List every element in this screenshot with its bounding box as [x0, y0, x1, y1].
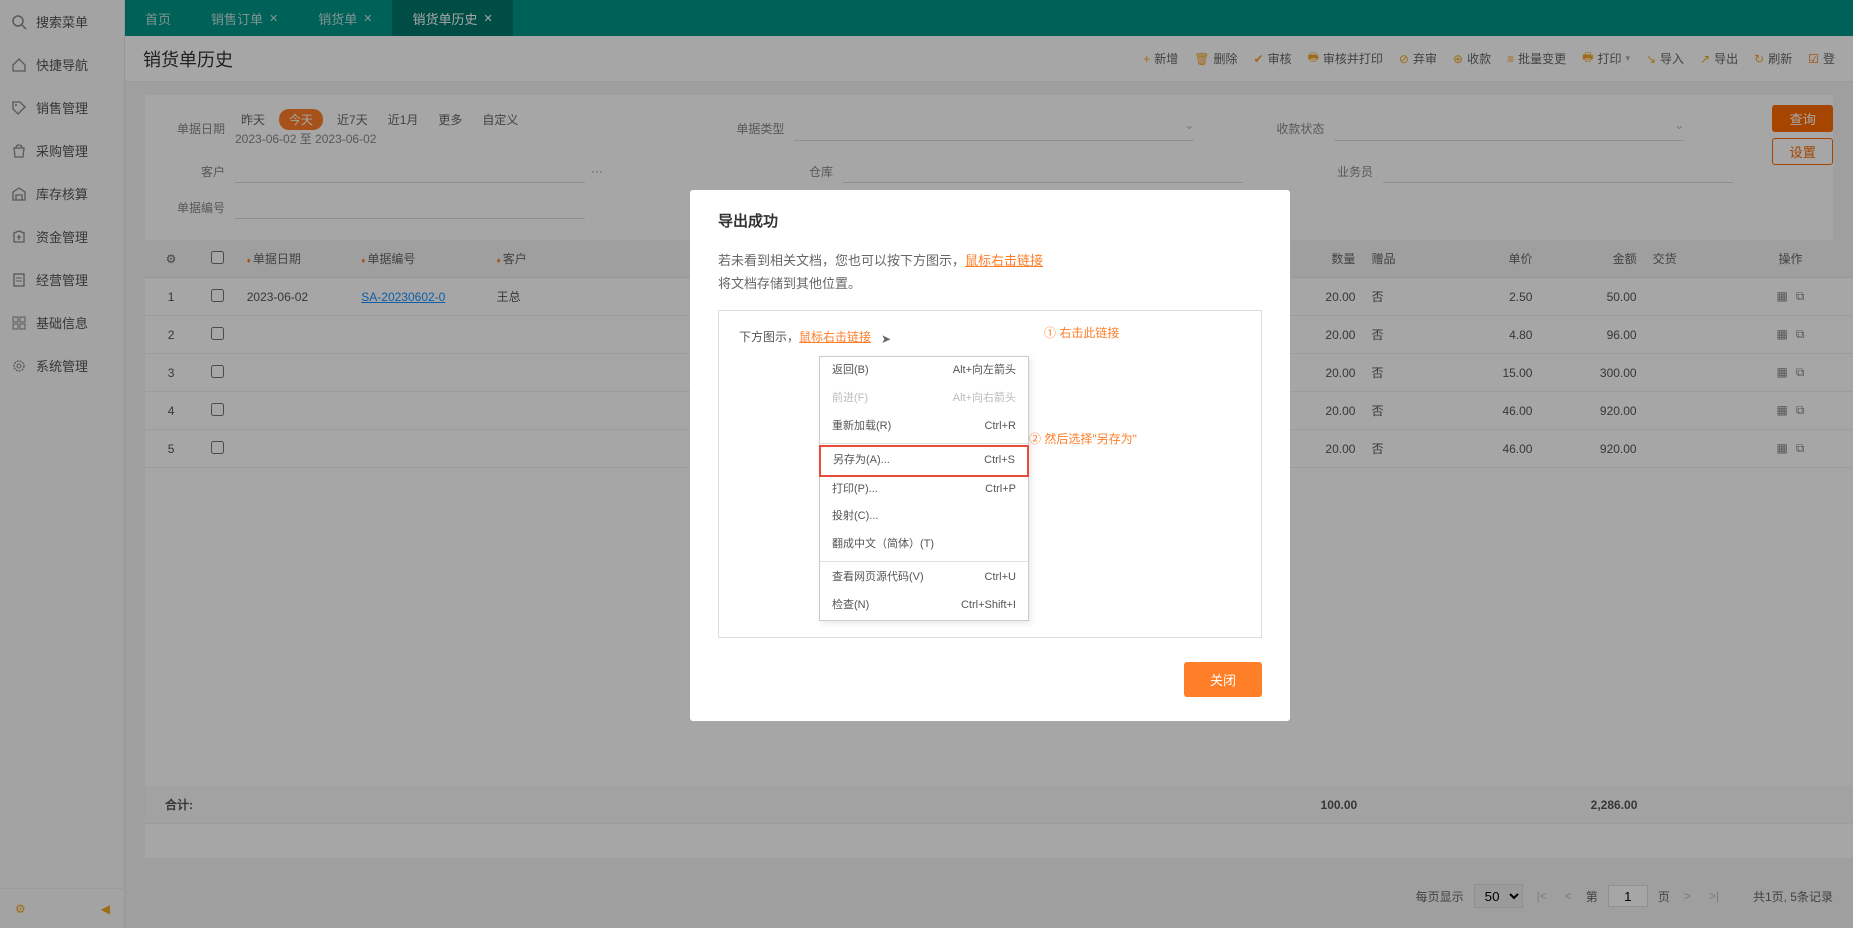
instruction-illustration: 下方图示，鼠标右击链接 ➤ ① 右击此链接 返回(B)Alt+向左箭头前进(F)… — [718, 310, 1262, 638]
annotation-2: ② 然后选择"另存为" — [1029, 429, 1137, 451]
modal-title: 导出成功 — [690, 190, 1290, 231]
annotation-1: ① 右击此链接 — [1044, 323, 1119, 345]
modal-close-button[interactable]: 关闭 — [1184, 662, 1262, 697]
rightclick-link[interactable]: 鼠标右击链接 — [965, 253, 1043, 268]
export-success-modal: 导出成功 若未看到相关文档，您也可以按下方图示，鼠标右击链接 将文档存储到其他位… — [690, 190, 1290, 721]
context-menu-illustration: 返回(B)Alt+向左箭头前进(F)Alt+向右箭头重新加载(R)Ctrl+R另… — [819, 356, 1029, 620]
illust-link: 鼠标右击链接 — [799, 330, 871, 344]
modal-body: 若未看到相关文档，您也可以按下方图示，鼠标右击链接 将文档存储到其他位置。 下方… — [690, 231, 1290, 662]
cursor-icon: ➤ — [881, 329, 891, 351]
